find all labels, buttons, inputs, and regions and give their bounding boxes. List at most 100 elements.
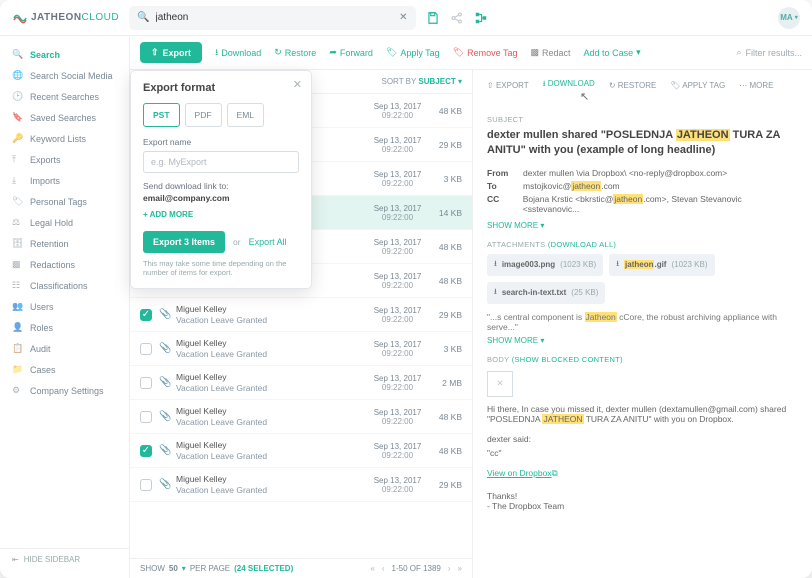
download-icon: ⭳	[494, 286, 497, 300]
sidebar-item-saved-searches[interactable]: 🔖Saved Searches	[0, 107, 129, 128]
show-more-snippet[interactable]: SHOW MORE ▾	[487, 336, 544, 345]
result-row[interactable]: 📎 Miguel Kelley Vacation Leave Granted S…	[130, 468, 472, 502]
export-popover: ✕ Export format PST PDF EML Export name …	[130, 70, 312, 289]
snippet-text: "...s central component is Jatheon cCore…	[487, 312, 798, 332]
popover-title: Export format	[143, 82, 299, 94]
sidebar-item-exports[interactable]: ⤒Exports	[0, 149, 129, 170]
sidebar-item-audit[interactable]: 📋Audit	[0, 338, 129, 359]
detail-more[interactable]: ⋯ MORE	[739, 81, 773, 90]
bookmark-icon: 🔖	[12, 112, 23, 123]
case-icon: 📁	[12, 364, 23, 375]
user-avatar[interactable]: MA ▾	[778, 7, 800, 29]
export-name-input[interactable]	[143, 151, 299, 173]
tree-icon[interactable]	[474, 11, 488, 25]
apply-tag-action[interactable]: 🏷Apply Tag	[386, 47, 440, 58]
subject-label: SUBJECT	[487, 115, 798, 124]
sidebar-item-roles[interactable]: 👤Roles	[0, 317, 129, 338]
detail-actions: ⇧ EXPORT ⭳ DOWNLOAD ↻ RESTORE 🏷 APPLY TA…	[487, 78, 798, 92]
add-more-link[interactable]: + ADD MORE	[143, 210, 299, 219]
results-list: ✕ Export format PST PDF EML Export name …	[130, 70, 473, 578]
globe-icon: 🌐	[12, 70, 23, 81]
result-row[interactable]: 📎 Miguel Kelley Vacation Leave Granted S…	[130, 400, 472, 434]
sidebar-item-legal-hold[interactable]: ⚖Legal Hold	[0, 212, 129, 233]
blocked-image-icon: ✕	[487, 371, 513, 397]
tag-icon: 🏷	[386, 47, 397, 58]
role-icon: 👤	[12, 322, 23, 333]
sidebar-item-search-social-media[interactable]: 🌐Search Social Media	[0, 65, 129, 86]
app-header: JATHEONCLOUD 🔍 ✕ MA ▾	[0, 0, 812, 36]
share-icon[interactable]	[450, 11, 464, 25]
sidebar-item-redactions[interactable]: ▩Redactions	[0, 254, 129, 275]
result-row[interactable]: ✓ 📎 Miguel Kelley Vacation Leave Granted…	[130, 434, 472, 468]
format-eml[interactable]: EML	[227, 103, 264, 127]
forward-action[interactable]: ➦Forward	[329, 47, 373, 58]
view-on-dropbox-link[interactable]: View on Dropbox	[487, 468, 552, 478]
search-input[interactable]	[156, 12, 400, 23]
page-last-icon[interactable]: »	[458, 564, 462, 573]
sidebar-item-cases[interactable]: 📁Cases	[0, 359, 129, 380]
sidebar-item-users[interactable]: 👥Users	[0, 296, 129, 317]
chevron-down-icon[interactable]: ▾	[182, 564, 186, 573]
sidebar-item-search[interactable]: 🔍Search	[0, 44, 129, 65]
detail-export[interactable]: ⇧ EXPORT	[487, 81, 529, 90]
clock-icon: 🕑	[12, 91, 23, 102]
close-icon[interactable]: ✕	[293, 78, 302, 91]
global-search[interactable]: 🔍 ✕	[129, 6, 415, 30]
brand-text: JATHEONCLOUD	[31, 12, 119, 23]
restore-action[interactable]: ↻Restore	[274, 47, 316, 58]
row-checkbox[interactable]	[140, 377, 152, 389]
download-all-link[interactable]: (DOWNLOAD ALL)	[548, 240, 616, 249]
redact-action[interactable]: ▩Redact	[531, 47, 571, 58]
show-more-meta[interactable]: SHOW MORE ▾	[487, 221, 544, 230]
sidebar: 🔍Search🌐Search Social Media🕑Recent Searc…	[0, 36, 130, 578]
result-row[interactable]: 📎 Miguel Kelley Vacation Leave Granted S…	[130, 332, 472, 366]
attachment-icon: 📎	[159, 445, 169, 456]
add-to-case-action[interactable]: Add to Case ▾	[584, 47, 641, 58]
export-all-link[interactable]: Export All	[249, 237, 287, 247]
page-next-icon[interactable]: ›	[448, 564, 451, 573]
row-checkbox[interactable]: ✓	[140, 445, 152, 457]
hide-sidebar[interactable]: ⇤HIDE SIDEBAR	[0, 548, 129, 570]
format-pst[interactable]: PST	[143, 103, 180, 127]
sidebar-item-personal-tags[interactable]: 🏷Personal Tags	[0, 191, 129, 212]
result-row[interactable]: 📎 Miguel Kelley Vacation Leave Granted S…	[130, 366, 472, 400]
format-pdf[interactable]: PDF	[185, 103, 222, 127]
page-first-icon[interactable]: «	[370, 564, 374, 573]
export-items-button[interactable]: Export 3 Items	[143, 231, 225, 253]
sidebar-item-company-settings[interactable]: ⚙Company Settings	[0, 380, 129, 401]
row-checkbox[interactable]	[140, 479, 152, 491]
chevron-down-icon: ▾	[458, 77, 462, 86]
export-button[interactable]: ⇧Export	[140, 42, 202, 63]
collapse-icon: ⇤	[12, 555, 19, 564]
filter-input[interactable]: ⌕Filter results...	[736, 47, 802, 58]
sidebar-item-imports[interactable]: ⤓Imports	[0, 170, 129, 191]
row-checkbox[interactable]	[140, 411, 152, 423]
download-action[interactable]: ⭳Download	[215, 45, 261, 61]
forward-icon: ➦	[329, 47, 337, 58]
attachment-icon: 📎	[159, 343, 169, 354]
remove-tag-action[interactable]: 🏷Remove Tag	[453, 47, 518, 58]
detail-apply-tag[interactable]: 🏷 APPLY TAG	[670, 81, 725, 90]
result-row[interactable]: ✓ 📎 Miguel Kelley Vacation Leave Granted…	[130, 298, 472, 332]
tag-icon: 🏷	[12, 196, 23, 207]
sidebar-item-keyword-lists[interactable]: 🔑Keyword Lists	[0, 128, 129, 149]
show-blocked-link[interactable]: (SHOW BLOCKED CONTENT)	[512, 355, 623, 364]
download-icon: ⭳	[494, 258, 497, 272]
attachment-icon: 📎	[159, 309, 169, 320]
attachment-item[interactable]: ⭳search-in-text.txt(25 KB)	[487, 282, 605, 304]
row-checkbox[interactable]	[140, 343, 152, 355]
detail-restore[interactable]: ↻ RESTORE	[609, 81, 656, 90]
sidebar-item-recent-searches[interactable]: 🕑Recent Searches	[0, 86, 129, 107]
attachment-item[interactable]: ⭳jatheon.gif(1023 KB)	[609, 254, 714, 276]
attachment-item[interactable]: ⭳image003.png(1023 KB)	[487, 254, 603, 276]
export-note: This may take some time depending on the…	[143, 259, 299, 278]
clear-icon[interactable]: ✕	[399, 12, 407, 23]
sidebar-item-retention[interactable]: 🗄Retention	[0, 233, 129, 254]
page-prev-icon[interactable]: ‹	[382, 564, 385, 573]
cursor-icon: ↖	[580, 91, 589, 103]
save-icon[interactable]	[426, 11, 440, 25]
sidebar-item-classifications[interactable]: ☷Classifications	[0, 275, 129, 296]
retain-icon: 🗄	[12, 238, 23, 249]
row-checkbox[interactable]: ✓	[140, 309, 152, 321]
detail-download[interactable]: ⭳ DOWNLOAD	[543, 78, 595, 92]
